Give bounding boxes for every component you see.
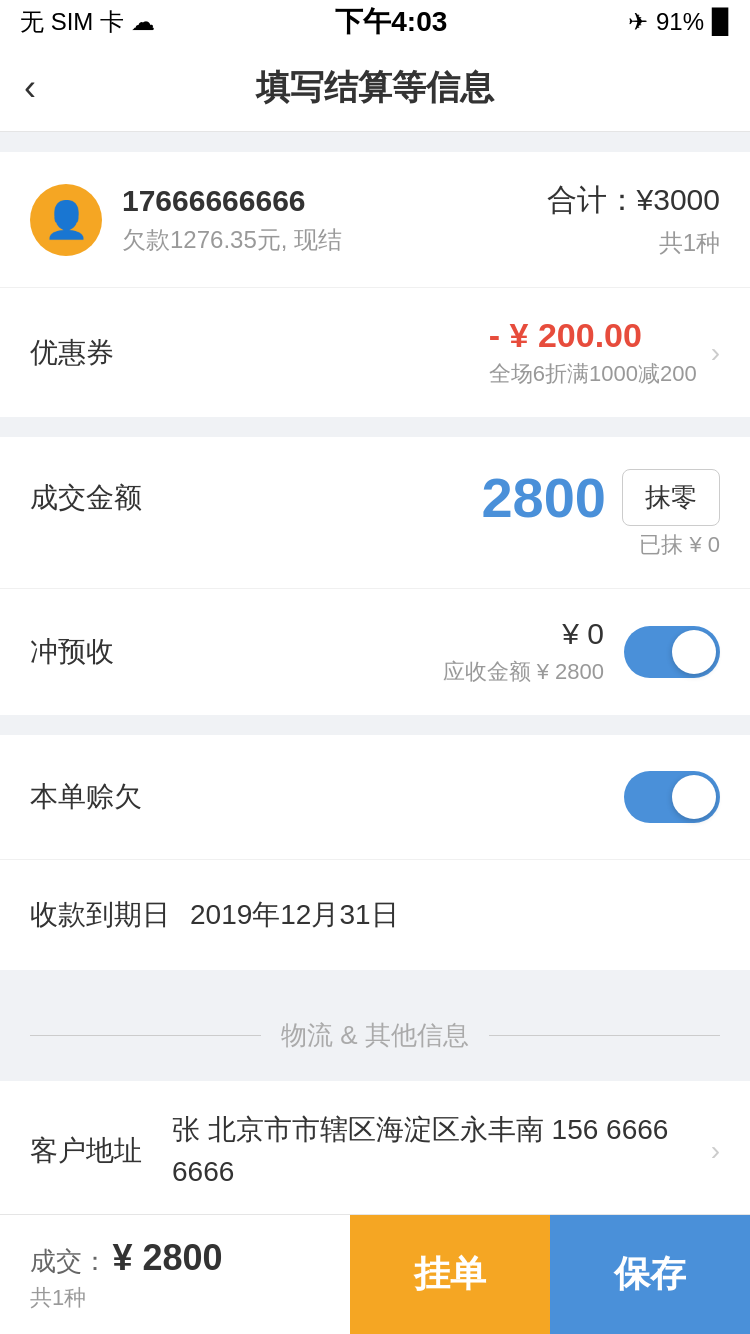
customer-total: 合计：¥3000 bbox=[547, 180, 720, 221]
status-bar: 无 SIM 卡 ☁ 下午4:03 ✈ 91% ▉ bbox=[0, 0, 750, 44]
customer-right: 合计：¥3000 共1种 bbox=[547, 180, 720, 259]
battery-icon: ▉ bbox=[712, 8, 730, 36]
coupon-row[interactable]: 优惠券 - ¥ 200.00 全场6折满1000减200 › bbox=[0, 287, 750, 417]
debt-row: 本单赊欠 bbox=[0, 735, 750, 859]
address-chevron-icon: › bbox=[711, 1135, 720, 1167]
amount-label: 成交金额 bbox=[30, 479, 142, 517]
bottom-deal-row: 成交： ¥ 2800 bbox=[30, 1237, 320, 1279]
divider-2 bbox=[0, 715, 750, 735]
customer-row: 👤 17666666666 欠款1276.35元, 现结 合计：¥3000 共1… bbox=[0, 152, 750, 287]
location-icon: ✈ bbox=[628, 8, 648, 36]
bottom-count: 共1种 bbox=[30, 1283, 320, 1313]
bottom-bar: 成交： ¥ 2800 共1种 挂单 保存 bbox=[0, 1214, 750, 1334]
coupon-right: - ¥ 200.00 全场6折满1000减200 › bbox=[489, 316, 720, 389]
amount-row: 成交金额 2800 抹零 bbox=[30, 465, 720, 530]
prepay-row: 冲预收 ¥ 0 应收金额 ¥ 2800 bbox=[0, 588, 750, 715]
logistics-line-left bbox=[30, 1035, 261, 1036]
chevron-right-icon: › bbox=[711, 337, 720, 369]
bottom-deal-label: 成交： bbox=[30, 1246, 108, 1276]
prepay-label: 冲预收 bbox=[30, 633, 114, 671]
logistics-line-right bbox=[489, 1035, 720, 1036]
logistics-text: 物流 & 其他信息 bbox=[281, 1018, 469, 1053]
back-button[interactable]: ‹ bbox=[24, 67, 36, 109]
sim-status: 无 SIM 卡 ☁ bbox=[20, 6, 155, 38]
address-label: 客户地址 bbox=[30, 1132, 142, 1170]
divider-top bbox=[0, 132, 750, 152]
bottom-summary: 成交： ¥ 2800 共1种 bbox=[0, 1237, 350, 1313]
avatar: 👤 bbox=[30, 184, 102, 256]
coupon-desc: 全场6折满1000减200 bbox=[489, 359, 697, 389]
coupon-amount: - ¥ 200.00 bbox=[489, 316, 697, 355]
page-title: 填写结算等信息 bbox=[256, 65, 494, 111]
amount-sub-text: 已抹 ¥ 0 bbox=[30, 530, 720, 560]
round-button[interactable]: 抹零 bbox=[622, 469, 720, 526]
customer-sub-info: 欠款1276.35元, 现结 bbox=[122, 224, 342, 256]
prepay-amount: ¥ 0 bbox=[443, 617, 604, 651]
address-row[interactable]: 客户地址 张 北京市市辖区海淀区永丰南 156 6666 6666 › bbox=[0, 1081, 750, 1221]
amount-value: 2800 bbox=[481, 465, 606, 530]
status-right: ✈ 91% ▉ bbox=[628, 8, 730, 36]
due-date-label: 收款到期日 bbox=[30, 896, 170, 934]
prepay-values: ¥ 0 应收金额 ¥ 2800 bbox=[443, 617, 604, 687]
bottom-amount: ¥ 2800 bbox=[112, 1237, 222, 1278]
debt-toggle[interactable] bbox=[624, 771, 720, 823]
amount-section: 成交金额 2800 抹零 已抹 ¥ 0 bbox=[0, 437, 750, 588]
amount-controls: 2800 抹零 bbox=[481, 465, 720, 530]
save-button[interactable]: 保存 bbox=[550, 1215, 750, 1335]
customer-left: 👤 17666666666 欠款1276.35元, 现结 bbox=[30, 184, 342, 256]
customer-count: 共1种 bbox=[547, 227, 720, 259]
prepay-toggle[interactable] bbox=[624, 626, 720, 678]
prepay-right: ¥ 0 应收金额 ¥ 2800 bbox=[443, 617, 720, 687]
status-left: 无 SIM 卡 ☁ bbox=[20, 6, 155, 38]
due-date-row: 收款到期日 2019年12月31日 bbox=[0, 859, 750, 970]
customer-phone: 17666666666 bbox=[122, 184, 342, 218]
address-content: 张 北京市市辖区海淀区永丰南 156 6666 6666 bbox=[172, 1109, 711, 1193]
status-time: 下午4:03 bbox=[335, 3, 447, 41]
logistics-section: 物流 & 其他信息 bbox=[0, 990, 750, 1081]
prepay-sub: 应收金额 ¥ 2800 bbox=[443, 657, 604, 687]
battery-status: 91% bbox=[656, 8, 704, 36]
customer-info: 17666666666 欠款1276.35元, 现结 bbox=[122, 184, 342, 256]
coupon-label: 优惠券 bbox=[30, 334, 114, 372]
debt-label: 本单赊欠 bbox=[30, 778, 142, 816]
due-date-value: 2019年12月31日 bbox=[190, 896, 399, 934]
hold-button[interactable]: 挂单 bbox=[350, 1215, 550, 1335]
divider-1 bbox=[0, 417, 750, 437]
divider-3 bbox=[0, 970, 750, 990]
nav-bar: ‹ 填写结算等信息 bbox=[0, 44, 750, 132]
